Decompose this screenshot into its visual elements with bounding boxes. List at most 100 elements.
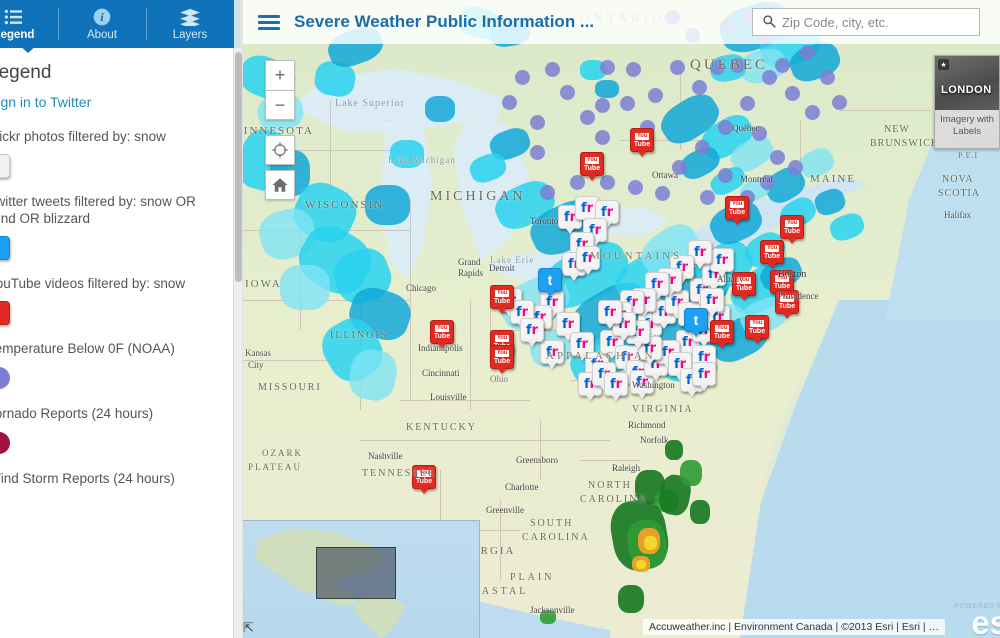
hamburger-bar <box>258 14 280 18</box>
map-label: MICHIGAN <box>430 189 526 204</box>
youtube-marker-icon: YouTube <box>710 320 734 344</box>
state-boundary-line <box>800 120 801 190</box>
cold-temperature-point[interactable] <box>620 96 635 111</box>
marker-tail <box>605 322 615 329</box>
cold-temperature-point[interactable] <box>775 58 790 73</box>
youtube-marker-icon: YouTube <box>630 128 654 152</box>
cold-temperature-point[interactable] <box>530 115 545 130</box>
tab-layers[interactable]: Layers <box>146 0 234 48</box>
flickr-marker-icon <box>0 154 10 178</box>
map-label: Kansas <box>245 348 271 358</box>
flickr-marker[interactable]: fr <box>692 362 718 392</box>
youtube-marker[interactable]: YouTube <box>490 285 516 315</box>
cold-temperature-point[interactable] <box>530 145 545 160</box>
overview-map[interactable]: ⇱ <box>240 520 480 638</box>
legend-item-tornado: Tornado Reports (24 hours) <box>0 405 215 460</box>
map-label: QUEBEC <box>690 57 768 73</box>
state-boundary-line <box>580 460 640 461</box>
legend-item-windstorm: Wind Storm Reports (24 hours) <box>0 470 215 487</box>
cold-temperature-point[interactable] <box>692 80 707 95</box>
tab-legend-label: Legend <box>0 29 35 41</box>
map-label: Washington <box>632 380 675 390</box>
marker-tail <box>637 392 647 399</box>
zoom-out-button[interactable]: − <box>265 90 295 120</box>
cold-temperature-point[interactable] <box>800 45 815 60</box>
legend-item-twitter: Twitter tweets filtered by: snow OR wind… <box>0 193 215 265</box>
twitter-marker[interactable]: t <box>538 268 564 298</box>
legend-swatch-youtube <box>0 296 215 330</box>
tab-legend[interactable]: Legend <box>0 0 58 48</box>
cold-temperature-point[interactable] <box>785 86 800 101</box>
marker-tail <box>547 362 557 369</box>
cold-temperature-point[interactable] <box>770 150 785 165</box>
flickr-marker[interactable]: fr <box>598 300 624 330</box>
youtube-marker[interactable]: YouTube <box>490 345 516 375</box>
zoom-in-button[interactable]: + <box>265 60 295 90</box>
map-label: Montréal <box>740 174 773 184</box>
locate-button[interactable] <box>265 135 295 165</box>
youtube-marker[interactable]: YouTube <box>725 196 751 226</box>
overview-toggle-icon[interactable]: ⇱ <box>243 620 254 636</box>
search-container[interactable] <box>752 8 980 36</box>
hamburger-bar <box>258 20 280 24</box>
cold-temperature-point[interactable] <box>832 95 847 110</box>
youtube-marker[interactable]: YouTube <box>780 215 806 245</box>
overview-extent-rect[interactable] <box>316 547 396 599</box>
hamburger-icon[interactable] <box>258 12 280 33</box>
side-panel: Legend i About <box>0 0 242 638</box>
cold-temperature-point[interactable] <box>600 60 615 75</box>
cold-temperature-point[interactable] <box>805 105 820 120</box>
youtube-marker[interactable]: YouTube <box>710 320 736 350</box>
cold-temperature-point[interactable] <box>595 130 610 145</box>
cold-temperature-point[interactable] <box>560 85 575 100</box>
search-icon <box>762 14 776 31</box>
legend-item-youtube: YouTube videos filtered by: snow <box>0 275 215 330</box>
map-label: PLAIN <box>510 572 555 583</box>
cold-temperature-point[interactable] <box>502 95 517 110</box>
flickr-marker[interactable]: fr <box>604 372 630 402</box>
cold-temperature-point[interactable] <box>626 62 641 77</box>
cold-temperature-point[interactable] <box>515 70 530 85</box>
flickr-marker-icon: fr <box>604 372 628 396</box>
cold-temperature-point[interactable] <box>540 185 555 200</box>
cold-temperature-point[interactable] <box>718 120 733 135</box>
map-label: APPALACHIAN <box>546 350 656 362</box>
marker-tail <box>717 342 727 349</box>
cold-temperature-point[interactable] <box>648 88 663 103</box>
state-boundary-line <box>330 100 331 190</box>
map-canvas[interactable]: frfrfrfrfrfrfrfrfrfrfrfrfrfrfrfrfrfrfrfr… <box>240 0 1000 638</box>
legend-scrollbar[interactable] <box>233 48 242 638</box>
cold-temperature-point[interactable] <box>700 190 715 205</box>
legend-item-label: Twitter tweets filtered by: snow OR wind… <box>0 194 196 226</box>
cold-temperature-point[interactable] <box>788 160 803 175</box>
state-boundary-line <box>470 300 471 410</box>
cold-temperature-point[interactable] <box>655 186 670 201</box>
marker-tail <box>587 174 597 181</box>
cold-temperature-point[interactable] <box>580 110 595 125</box>
twitter-marker[interactable]: t <box>684 308 710 338</box>
cold-temperature-point[interactable] <box>695 140 710 155</box>
youtube-marker[interactable]: YouTube <box>745 315 771 345</box>
twitter-signin-link[interactable]: Sign in to Twitter <box>0 94 215 110</box>
cold-temperature-point[interactable] <box>628 180 643 195</box>
map-label: WISCONSIN <box>305 199 385 211</box>
cold-temperature-point[interactable] <box>545 62 560 77</box>
marker-tail <box>527 340 537 347</box>
active-tab-pointer <box>18 44 38 53</box>
cold-temperature-point[interactable] <box>595 98 610 113</box>
youtube-marker[interactable]: YouTube <box>630 128 656 158</box>
youtube-marker[interactable]: YouTube <box>580 152 606 182</box>
cold-temperature-point[interactable] <box>670 60 685 75</box>
basemap-selector[interactable]: ★ LONDON Imagery with Labels <box>934 55 1000 149</box>
cold-temperature-point[interactable] <box>718 168 733 183</box>
legend-scrollbar-thumb[interactable] <box>235 52 242 282</box>
search-input[interactable] <box>782 14 979 30</box>
home-button[interactable] <box>265 170 295 200</box>
map-label: IOWA <box>245 278 282 290</box>
cold-temperature-point[interactable] <box>740 96 755 111</box>
overview-landmass-sa <box>353 595 406 638</box>
tab-about[interactable]: i About <box>58 0 146 48</box>
tab-about-label: About <box>86 29 118 41</box>
cold-temperature-point[interactable] <box>820 70 835 85</box>
flickr-marker[interactable]: fr <box>520 318 546 348</box>
